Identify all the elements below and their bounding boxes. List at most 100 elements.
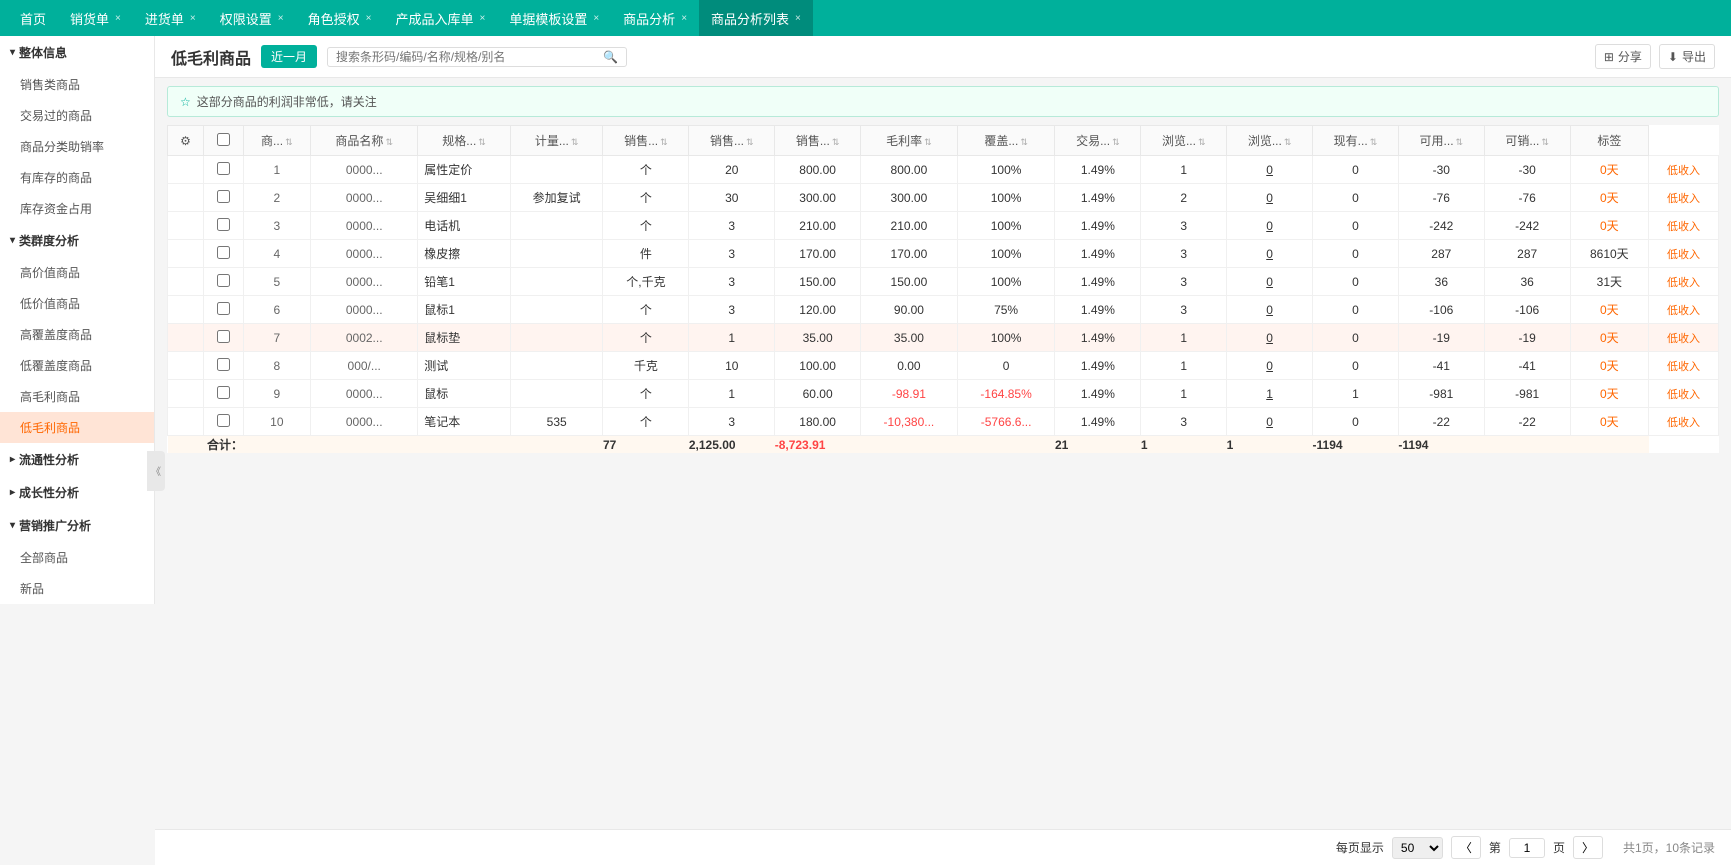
nav-product-analysis-close[interactable]: × <box>681 13 687 24</box>
col-sale-qty[interactable]: 销售...⇅ <box>603 126 689 156</box>
date-filter-btn[interactable]: 近一月 <box>261 45 317 68</box>
cell-view1[interactable]: 1 <box>1227 380 1313 408</box>
search-input[interactable] <box>336 50 603 64</box>
col-saleable[interactable]: 可销...⇅ <box>1484 126 1570 156</box>
settings-icon[interactable]: ⚙ <box>180 134 191 148</box>
cell-checkbox[interactable] <box>204 184 243 212</box>
col-name[interactable]: 商品名称⇅ <box>311 126 418 156</box>
cell-checkbox[interactable] <box>204 296 243 324</box>
next-page-btn[interactable]: 〉 <box>1573 836 1603 859</box>
sort-icon-3[interactable]: ⇅ <box>478 137 486 147</box>
cell-view1[interactable]: 0 <box>1227 408 1313 436</box>
page-input[interactable] <box>1509 838 1545 858</box>
cell-name[interactable]: 橡皮擦 <box>418 240 511 268</box>
sort-icon-8[interactable]: ⇅ <box>924 137 932 147</box>
sort-icon-4[interactable]: ⇅ <box>571 137 579 147</box>
nav-analysis-list-close[interactable]: × <box>795 13 801 24</box>
sidebar-item-low-margin[interactable]: 低毛利商品 <box>0 412 154 443</box>
export-btn[interactable]: ⬇ 导出 <box>1659 44 1715 69</box>
col-coverage[interactable]: 覆盖...⇅ <box>957 126 1055 156</box>
sidebar-item-low-coverage[interactable]: 低覆盖度商品 <box>0 350 154 381</box>
sort-icon-13[interactable]: ⇅ <box>1370 137 1378 147</box>
sidebar-item-new-products[interactable]: 新品 <box>0 573 154 604</box>
nav-sales[interactable]: 销货单 × <box>58 0 133 36</box>
row-checkbox[interactable] <box>217 162 230 175</box>
sort-icon-15[interactable]: ⇅ <box>1541 137 1549 147</box>
nav-product-entry-close[interactable]: × <box>479 13 485 24</box>
cell-view1[interactable]: 0 <box>1227 324 1313 352</box>
nav-roles-close[interactable]: × <box>366 13 372 24</box>
sort-icon-14[interactable]: ⇅ <box>1456 137 1464 147</box>
nav-roles[interactable]: 角色授权 × <box>296 0 384 36</box>
cell-name[interactable]: 铅笔1 <box>418 268 511 296</box>
select-all-checkbox[interactable] <box>217 133 230 146</box>
row-checkbox[interactable] <box>217 190 230 203</box>
sidebar-group-cluster[interactable]: ▾ 类群度分析 <box>0 224 154 257</box>
sidebar-item-stocked-products[interactable]: 有库存的商品 <box>0 162 154 193</box>
row-checkbox[interactable] <box>217 302 230 315</box>
col-checkbox-header[interactable] <box>204 126 243 156</box>
sort-icon-11[interactable]: ⇅ <box>1198 137 1206 147</box>
nav-template-close[interactable]: × <box>593 13 599 24</box>
col-view1[interactable]: 浏览...⇅ <box>1141 126 1227 156</box>
sidebar-item-high-value[interactable]: 高价值商品 <box>0 257 154 288</box>
col-view2[interactable]: 浏览...⇅ <box>1227 126 1313 156</box>
cell-view1[interactable]: 0 <box>1227 212 1313 240</box>
col-sale-price[interactable]: 销售...⇅ <box>689 126 775 156</box>
nav-analysis-list[interactable]: 商品分析列表 × <box>699 0 813 36</box>
sidebar-collapse-btn[interactable]: 《 <box>147 451 165 491</box>
cell-name[interactable]: 鼠标1 <box>418 296 511 324</box>
prev-page-btn[interactable]: 〈 <box>1451 836 1481 859</box>
sort-icon-9[interactable]: ⇅ <box>1020 137 1028 147</box>
sidebar-group-flow[interactable]: ▸ 流通性分析 <box>0 443 154 476</box>
nav-purchase-close[interactable]: × <box>190 13 196 24</box>
col-settings[interactable]: ⚙ <box>168 126 204 156</box>
search-box[interactable]: 🔍 <box>327 47 627 67</box>
cell-checkbox[interactable] <box>204 408 243 436</box>
nav-purchase[interactable]: 进货单 × <box>133 0 208 36</box>
nav-template[interactable]: 单据模板设置 × <box>497 0 611 36</box>
cell-name[interactable]: 鼠标 <box>418 380 511 408</box>
nav-home[interactable]: 首页 <box>8 0 58 36</box>
row-checkbox[interactable] <box>217 386 230 399</box>
cell-name[interactable]: 吴细细1 <box>418 184 511 212</box>
nav-permissions[interactable]: 权限设置 × <box>208 0 296 36</box>
col-code[interactable]: 商...⇅ <box>243 126 311 156</box>
col-tag[interactable]: 标签 <box>1570 126 1648 156</box>
col-sale-profit[interactable]: 销售...⇅ <box>775 126 861 156</box>
sort-icon-12[interactable]: ⇅ <box>1284 137 1292 147</box>
row-checkbox[interactable] <box>217 274 230 287</box>
cell-name[interactable]: 鼠标垫 <box>418 324 511 352</box>
cell-view1[interactable]: 0 <box>1227 240 1313 268</box>
sidebar-item-all-products[interactable]: 全部商品 <box>0 542 154 573</box>
cell-checkbox[interactable] <box>204 380 243 408</box>
col-gross-rate[interactable]: 毛利率⇅ <box>861 126 958 156</box>
cell-name[interactable]: 笔记本 <box>418 408 511 436</box>
cell-view1[interactable]: 0 <box>1227 156 1313 184</box>
cell-view1[interactable]: 0 <box>1227 352 1313 380</box>
cell-checkbox[interactable] <box>204 212 243 240</box>
cell-checkbox[interactable] <box>204 156 243 184</box>
col-available[interactable]: 可用...⇅ <box>1398 126 1484 156</box>
row-checkbox[interactable] <box>217 414 230 427</box>
sidebar-item-sales-products[interactable]: 销售类商品 <box>0 69 154 100</box>
row-checkbox[interactable] <box>217 218 230 231</box>
data-table-wrapper[interactable]: ⚙ 商...⇅ 商品名称⇅ 规格...⇅ 计量...⇅ 销售...⇅ 销售...… <box>167 125 1719 821</box>
cell-checkbox[interactable] <box>204 324 243 352</box>
col-unit[interactable]: 计量...⇅ <box>510 126 603 156</box>
cell-checkbox[interactable] <box>204 352 243 380</box>
cell-checkbox[interactable] <box>204 268 243 296</box>
sidebar-item-inventory-capital[interactable]: 库存资金占用 <box>0 193 154 224</box>
cell-name[interactable]: 电话机 <box>418 212 511 240</box>
sort-icon[interactable]: ⇅ <box>285 137 293 147</box>
page-size-select[interactable]: 50 100 200 <box>1392 837 1443 859</box>
sidebar-group-growth[interactable]: ▸ 成长性分析 <box>0 476 154 509</box>
col-current[interactable]: 现有...⇅ <box>1313 126 1399 156</box>
nav-permissions-close[interactable]: × <box>278 13 284 24</box>
share-btn[interactable]: ⊞ 分享 <box>1595 44 1651 69</box>
sidebar-item-high-coverage[interactable]: 高覆盖度商品 <box>0 319 154 350</box>
search-icon[interactable]: 🔍 <box>603 50 618 64</box>
sort-icon-5[interactable]: ⇅ <box>660 137 668 147</box>
sidebar-group-marketing[interactable]: ▾ 营销推广分析 <box>0 509 154 542</box>
cell-view1[interactable]: 0 <box>1227 296 1313 324</box>
